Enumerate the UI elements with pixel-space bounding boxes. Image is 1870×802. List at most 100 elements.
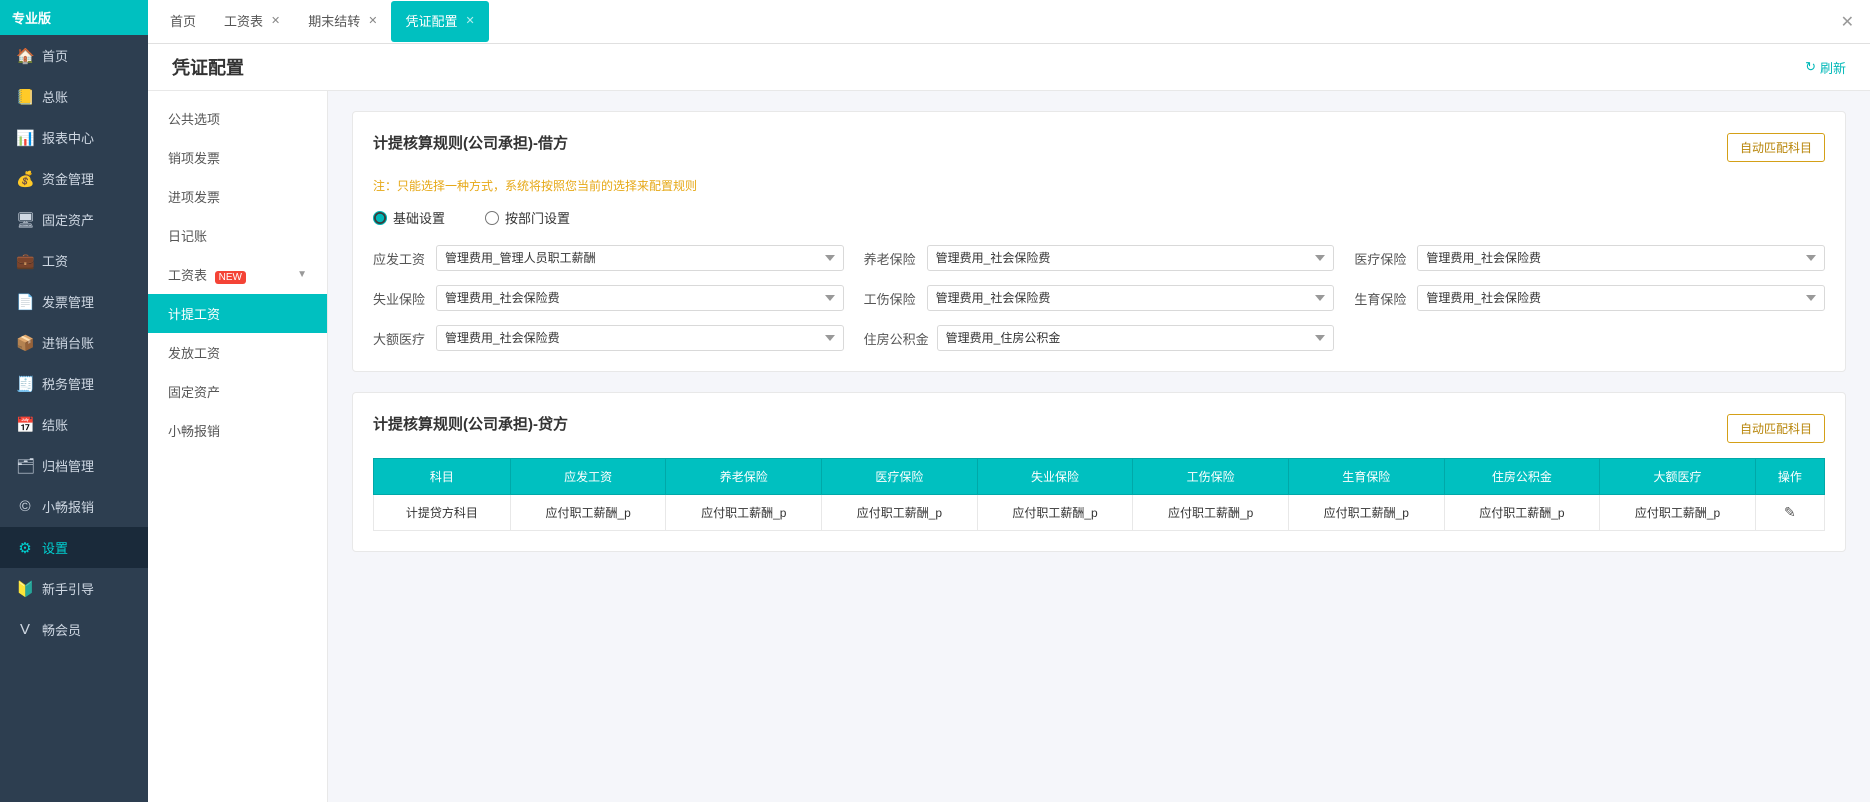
main-area: 首页 工资表 ✕ 期末结转 ✕ 凭证配置 ✕ ✕ 凭证配置 ↻ 刷新 公共选项 [148, 0, 1870, 802]
select-large-medical[interactable]: 管理费用_社会保险费 [436, 325, 844, 351]
purchase-icon: 📦 [16, 334, 34, 352]
col-injury: 工伤保险 [1133, 459, 1289, 495]
select-housing[interactable]: 管理费用_住房公积金 [937, 325, 1335, 351]
cell-housing: 应付职工薪酬_p [1444, 495, 1600, 531]
auto-match-debit-button[interactable]: 自动匹配科目 [1727, 133, 1825, 162]
cell-medical: 应付职工薪酬_p [822, 495, 978, 531]
sidebar-item-close[interactable]: 📅 结账 [0, 404, 148, 445]
left-nav-public[interactable]: 公共选项 [148, 99, 327, 138]
label-medical: 医疗保险 [1354, 249, 1409, 268]
select-pension[interactable]: 管理费用_社会保险费 [927, 245, 1335, 271]
sidebar-item-xiaochang[interactable]: © 小畅报销 [0, 486, 148, 527]
page-title: 凭证配置 [172, 54, 244, 80]
tab-voucher-config[interactable]: 凭证配置 ✕ [391, 1, 488, 42]
left-nav: 公共选项 销项发票 进项发票 日记账 工资表 NEW ▼ 计提工资 发放工资 [148, 91, 328, 802]
sidebar-item-label: 资金管理 [42, 169, 94, 188]
radio-department-input[interactable] [485, 211, 499, 225]
sidebar-item-home[interactable]: 🏠 首页 [0, 35, 148, 76]
new-badge: NEW [215, 271, 246, 284]
sidebar-item-ledger[interactable]: 📒 总账 [0, 76, 148, 117]
form-row-medical: 医疗保险 管理费用_社会保险费 [1354, 245, 1825, 271]
left-nav-issue-salary[interactable]: 发放工资 [148, 333, 327, 372]
settings-icon: ⚙ [16, 539, 34, 557]
left-nav-sales-invoice[interactable]: 销项发票 [148, 138, 327, 177]
col-subject: 科目 [374, 459, 511, 495]
sidebar-item-label: 结账 [42, 415, 68, 434]
content-wrapper: 公共选项 销项发票 进项发票 日记账 工资表 NEW ▼ 计提工资 发放工资 [148, 91, 1870, 802]
app-title: 专业版 [0, 0, 148, 35]
left-nav-xiaochang-expense[interactable]: 小畅报销 [148, 411, 327, 450]
window-close-button[interactable]: ✕ [1833, 8, 1862, 36]
tab-home-label: 首页 [170, 11, 196, 30]
select-injury[interactable]: 管理费用_社会保险费 [927, 285, 1335, 311]
refresh-icon: ↻ [1805, 59, 1816, 75]
tab-home[interactable]: 首页 [156, 1, 210, 42]
sidebar-item-label: 畅会员 [42, 620, 81, 639]
radio-basic[interactable]: 基础设置 [373, 208, 445, 227]
sidebar-item-capital[interactable]: 💰 资金管理 [0, 158, 148, 199]
tab-salary-table[interactable]: 工资表 ✕ [210, 1, 294, 42]
auto-match-credit-button[interactable]: 自动匹配科目 [1727, 414, 1825, 443]
invoice-icon: 📄 [16, 293, 34, 311]
ledger-icon: 📒 [16, 88, 34, 106]
select-salary[interactable]: 管理费用_管理人员职工薪酬 [436, 245, 844, 271]
cell-pension: 应付职工薪酬_p [666, 495, 822, 531]
sidebar-item-label: 报表中心 [42, 128, 94, 147]
table-row: 计提贷方科目 应付职工薪酬_p 应付职工薪酬_p 应付职工薪酬_p 应付职工薪酬… [374, 495, 1825, 531]
label-unemployment: 失业保险 [373, 289, 428, 308]
sidebar-item-label: 新手引导 [42, 579, 94, 598]
cell-large-medical: 应付职工薪酬_p [1600, 495, 1756, 531]
col-salary: 应发工资 [510, 459, 666, 495]
tab-voucher-config-close-icon[interactable]: ✕ [466, 14, 475, 27]
sidebar-item-label: 固定资产 [42, 210, 94, 229]
cell-injury: 应付职工薪酬_p [1133, 495, 1289, 531]
left-nav-fixed-assets[interactable]: 固定资产 [148, 372, 327, 411]
tab-period-close[interactable]: 期末结转 ✕ [294, 1, 391, 42]
select-maternity[interactable]: 管理费用_社会保险费 [1417, 285, 1825, 311]
sidebar-item-label: 首页 [42, 46, 68, 65]
tab-period-close-icon[interactable]: ✕ [368, 14, 377, 27]
section1-header: 计提核算规则(公司承担)-借方 自动匹配科目 [373, 132, 1825, 163]
sidebar-item-guide[interactable]: 🔰 新手引导 [0, 568, 148, 609]
sidebar-item-label: 税务管理 [42, 374, 94, 393]
form-row-large-medical: 大额医疗 管理费用_社会保险费 [373, 325, 844, 351]
form-row-housing: 住房公积金 管理费用_住房公积金 [864, 325, 1335, 351]
section1-note: 注：只能选择一种方式，系统将按照您当前的选择来配置规则 [373, 177, 1825, 194]
section2-header: 计提核算规则(公司承担)-贷方 自动匹配科目 [373, 413, 1825, 444]
sidebar-item-purchase[interactable]: 📦 进销台账 [0, 322, 148, 363]
radio-department[interactable]: 按部门设置 [485, 208, 570, 227]
edit-icon[interactable]: ✎ [1784, 504, 1796, 520]
main-content: 计提核算规则(公司承担)-借方 自动匹配科目 注：只能选择一种方式，系统将按照您… [328, 91, 1870, 802]
radio-group: 基础设置 按部门设置 [373, 208, 1825, 227]
section2-title: 计提核算规则(公司承担)-贷方 [373, 413, 568, 434]
cell-unemployment: 应付职工薪酬_p [977, 495, 1133, 531]
left-nav-purchase-invoice[interactable]: 进项发票 [148, 177, 327, 216]
radio-basic-input[interactable] [373, 211, 387, 225]
form-grid: 应发工资 管理费用_管理人员职工薪酬 养老保险 管理费用_社会保险费 医疗保险 [373, 245, 1825, 351]
form-row-pension: 养老保险 管理费用_社会保险费 [864, 245, 1335, 271]
cell-action[interactable]: ✎ [1755, 495, 1824, 531]
sidebar-item-vip[interactable]: V 畅会员 [0, 609, 148, 650]
left-nav-salary-table[interactable]: 工资表 NEW ▼ [148, 255, 327, 294]
sidebar-item-settings[interactable]: ⚙ 设置 [0, 527, 148, 568]
sidebar-item-archive[interactable]: 🗂 归档管理 [0, 445, 148, 486]
close-period-icon: 📅 [16, 416, 34, 434]
col-housing: 住房公积金 [1444, 459, 1600, 495]
form-row-salary: 应发工资 管理费用_管理人员职工薪酬 [373, 245, 844, 271]
select-medical[interactable]: 管理费用_社会保险费 [1417, 245, 1825, 271]
sidebar-item-label: 发票管理 [42, 292, 94, 311]
left-nav-payroll[interactable]: 计提工资 [148, 294, 327, 333]
cell-maternity: 应付职工薪酬_p [1288, 495, 1444, 531]
sidebar-item-invoice[interactable]: 📄 发票管理 [0, 281, 148, 322]
form-row-maternity: 生育保险 管理费用_社会保险费 [1354, 285, 1825, 311]
left-nav-journal[interactable]: 日记账 [148, 216, 327, 255]
select-unemployment[interactable]: 管理费用_社会保险费 [436, 285, 844, 311]
sidebar-item-report[interactable]: 📊 报表中心 [0, 117, 148, 158]
guide-icon: 🔰 [16, 580, 34, 598]
sidebar-item-tax[interactable]: 🧾 税务管理 [0, 363, 148, 404]
sidebar-item-salary[interactable]: 💼 工资 [0, 240, 148, 281]
archive-icon: 🗂 [16, 457, 34, 475]
sidebar-item-assets[interactable]: 🖥 固定资产 [0, 199, 148, 240]
refresh-button[interactable]: ↻ 刷新 [1805, 58, 1846, 77]
tab-salary-close-icon[interactable]: ✕ [271, 14, 280, 27]
